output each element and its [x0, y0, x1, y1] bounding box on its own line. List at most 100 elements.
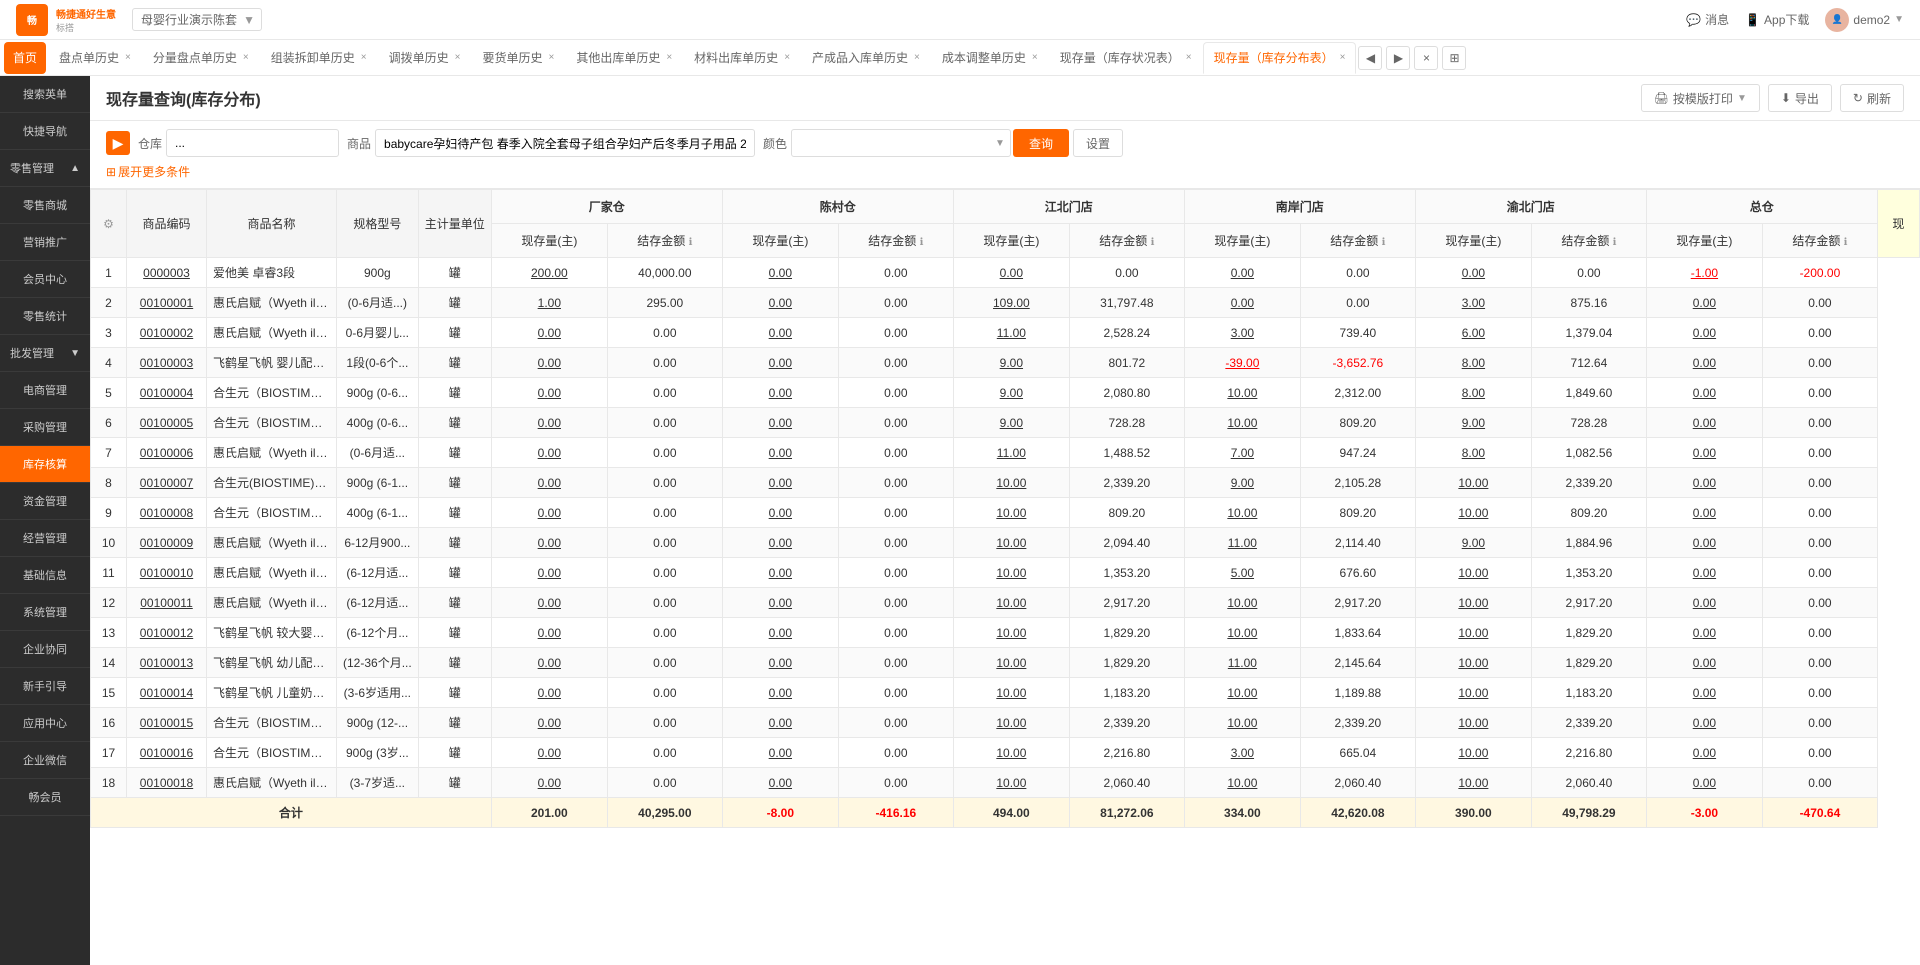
sidebar-item-inventory[interactable]: 库存核算: [0, 446, 90, 483]
close-icon[interactable]: ×: [548, 52, 554, 63]
tab-split-inventory[interactable]: 分量盘点单历史 ×: [142, 42, 260, 74]
cell-qty-5[interactable]: 0.00: [1646, 678, 1762, 708]
cell-qty-1[interactable]: 0.00: [722, 258, 838, 288]
tab-product-in[interactable]: 产成品入库单历史 ×: [801, 42, 931, 74]
cell-code[interactable]: 00100005: [127, 408, 207, 438]
cell-code[interactable]: 00100009: [127, 528, 207, 558]
cell-qty-4[interactable]: 10.00: [1415, 498, 1531, 528]
tab-material-out[interactable]: 材料出库单历史 ×: [683, 42, 801, 74]
cell-qty-3[interactable]: 10.00: [1184, 378, 1300, 408]
cell-code[interactable]: 00100004: [127, 378, 207, 408]
sidebar-item-purchase[interactable]: 采购管理: [0, 409, 90, 446]
cell-code[interactable]: 00100002: [127, 318, 207, 348]
tab-requisition[interactable]: 要货单历史 ×: [471, 42, 565, 74]
cell-qty-2[interactable]: 11.00: [953, 438, 1069, 468]
cell-qty-0[interactable]: 0.00: [491, 408, 607, 438]
cell-qty-4[interactable]: 10.00: [1415, 738, 1531, 768]
cell-qty-5[interactable]: 0.00: [1646, 738, 1762, 768]
cell-code[interactable]: 00100006: [127, 438, 207, 468]
cell-qty-1[interactable]: 0.00: [722, 648, 838, 678]
cell-qty-0[interactable]: 0.00: [491, 738, 607, 768]
cell-qty-1[interactable]: 0.00: [722, 288, 838, 318]
message-btn[interactable]: 💬 消息: [1686, 11, 1729, 28]
cell-qty-4[interactable]: 10.00: [1415, 768, 1531, 798]
cell-qty-1[interactable]: 0.00: [722, 528, 838, 558]
cell-qty-5[interactable]: 0.00: [1646, 528, 1762, 558]
cell-qty-5[interactable]: 0.00: [1646, 468, 1762, 498]
cell-qty-3[interactable]: 3.00: [1184, 318, 1300, 348]
cell-qty-2[interactable]: 10.00: [953, 588, 1069, 618]
sidebar-item-wholesale[interactable]: 批发管理 ▼: [0, 335, 90, 372]
cell-qty-0[interactable]: 0.00: [491, 648, 607, 678]
close-icon[interactable]: ×: [1340, 52, 1346, 63]
cell-qty-3[interactable]: 10.00: [1184, 678, 1300, 708]
cell-qty-5[interactable]: 0.00: [1646, 438, 1762, 468]
cell-code[interactable]: 00100014: [127, 678, 207, 708]
cell-qty-4[interactable]: 8.00: [1415, 438, 1531, 468]
tab-cost-adjust[interactable]: 成本调整单历史 ×: [931, 42, 1049, 74]
cell-qty-2[interactable]: 9.00: [953, 378, 1069, 408]
cell-qty-4[interactable]: 10.00: [1415, 708, 1531, 738]
cell-qty-0[interactable]: 0.00: [491, 678, 607, 708]
settings-btn[interactable]: 设置: [1073, 129, 1123, 157]
cell-qty-4[interactable]: 8.00: [1415, 348, 1531, 378]
cell-qty-3[interactable]: 7.00: [1184, 438, 1300, 468]
cell-qty-4[interactable]: 9.00: [1415, 528, 1531, 558]
tab-expand-btn[interactable]: ⊞: [1442, 46, 1466, 70]
cell-qty-3[interactable]: 10.00: [1184, 618, 1300, 648]
cell-qty-1[interactable]: 0.00: [722, 738, 838, 768]
cell-qty-2[interactable]: 10.00: [953, 708, 1069, 738]
tab-next-btn[interactable]: ▶: [1386, 46, 1410, 70]
cell-qty-5[interactable]: 0.00: [1646, 288, 1762, 318]
sidebar-item-apps[interactable]: 应用中心: [0, 705, 90, 742]
sidebar-item-guide[interactable]: 新手引导: [0, 668, 90, 705]
cell-qty-1[interactable]: 0.00: [722, 438, 838, 468]
cell-qty-4[interactable]: 6.00: [1415, 318, 1531, 348]
branch-selector[interactable]: 母婴行业演示陈套 ▼: [132, 8, 262, 31]
cell-qty-0[interactable]: 0.00: [491, 618, 607, 648]
sidebar-item-marketing[interactable]: 营销推广: [0, 224, 90, 261]
cell-qty-4[interactable]: 3.00: [1415, 288, 1531, 318]
cell-qty-1[interactable]: 0.00: [722, 618, 838, 648]
cell-qty-3[interactable]: 3.00: [1184, 738, 1300, 768]
cell-qty-2[interactable]: 0.00: [953, 258, 1069, 288]
expand-btn[interactable]: ⊞ 展开更多条件: [106, 163, 190, 180]
cell-qty-3[interactable]: 10.00: [1184, 498, 1300, 528]
cell-qty-5[interactable]: 0.00: [1646, 348, 1762, 378]
cell-qty-3[interactable]: 0.00: [1184, 258, 1300, 288]
cell-qty-5[interactable]: 0.00: [1646, 708, 1762, 738]
cell-qty-2[interactable]: 10.00: [953, 648, 1069, 678]
close-icon[interactable]: ×: [784, 52, 790, 63]
cell-qty-5[interactable]: 0.00: [1646, 498, 1762, 528]
cell-qty-2[interactable]: 10.00: [953, 738, 1069, 768]
tab-prev-btn[interactable]: ◀: [1358, 46, 1382, 70]
user-menu[interactable]: 👤 demo2 ▼: [1825, 8, 1904, 32]
cell-qty-0[interactable]: 0.00: [491, 588, 607, 618]
app-download-btn[interactable]: 📱 App下载: [1745, 11, 1809, 28]
cell-qty-2[interactable]: 10.00: [953, 468, 1069, 498]
search-btn[interactable]: 查询: [1013, 129, 1069, 157]
cell-qty-1[interactable]: 0.00: [722, 408, 838, 438]
sidebar-item-wechat[interactable]: 企业微信: [0, 742, 90, 779]
cell-qty-1[interactable]: 0.00: [722, 678, 838, 708]
sidebar-item-finance[interactable]: 资金管理: [0, 483, 90, 520]
warehouse-input[interactable]: [166, 129, 339, 157]
sidebar-item-basic[interactable]: 基础信息: [0, 557, 90, 594]
close-icon[interactable]: ×: [361, 52, 367, 63]
cell-qty-1[interactable]: 0.00: [722, 558, 838, 588]
cell-qty-3[interactable]: 0.00: [1184, 288, 1300, 318]
product-input[interactable]: [375, 129, 755, 157]
cell-qty-1[interactable]: 0.00: [722, 498, 838, 528]
cell-qty-3[interactable]: 10.00: [1184, 408, 1300, 438]
close-icon[interactable]: ×: [125, 52, 131, 63]
cell-code[interactable]: 00100003: [127, 348, 207, 378]
cell-qty-3[interactable]: 10.00: [1184, 768, 1300, 798]
tab-assembly[interactable]: 组装拆卸单历史 ×: [260, 42, 378, 74]
print-btn[interactable]: 🖨 按模版打印 ▼: [1641, 84, 1760, 112]
cell-qty-3[interactable]: -39.00: [1184, 348, 1300, 378]
cell-qty-1[interactable]: 0.00: [722, 588, 838, 618]
cell-qty-5[interactable]: 0.00: [1646, 768, 1762, 798]
cell-qty-2[interactable]: 10.00: [953, 558, 1069, 588]
cell-qty-0[interactable]: 0.00: [491, 708, 607, 738]
cell-qty-1[interactable]: 0.00: [722, 768, 838, 798]
